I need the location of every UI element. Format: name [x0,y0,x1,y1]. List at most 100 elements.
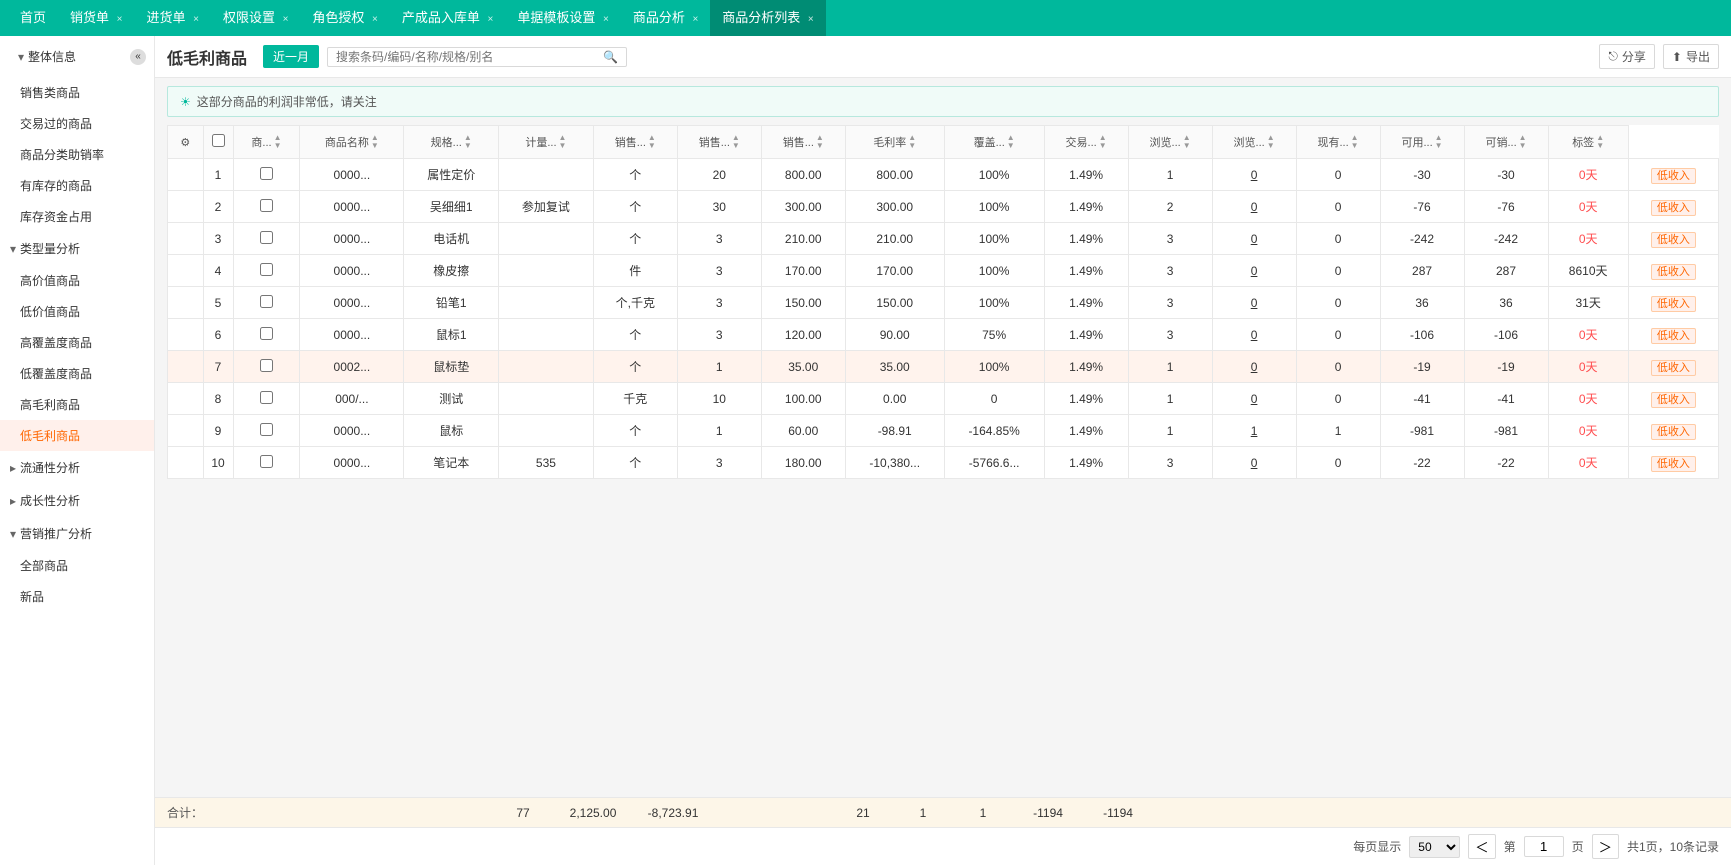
close-permissions-icon[interactable]: × [283,14,289,25]
col-sellable-days[interactable]: 可销...▲▼ [1464,126,1548,159]
row-checkbox-6[interactable] [233,351,300,383]
row-browse1-8[interactable]: 1 [1212,415,1296,447]
page-number-input[interactable] [1524,836,1564,857]
col-sales-qty[interactable]: 销售...▲▼ [593,126,677,159]
filter-period-btn[interactable]: 近一月 [263,45,319,68]
sidebar-item-low-margin[interactable]: 低毛利商品 [0,420,154,451]
row-browse1-4[interactable]: 0 [1212,287,1296,319]
nav-analysis-list[interactable]: 商品分析列表 × [710,0,825,36]
sidebar-item-high-coverage[interactable]: 高覆盖度商品 [0,327,154,358]
share-btn[interactable]: ⎋ 分享 [1599,44,1655,69]
sidebar-item-category-rate[interactable]: 商品分类助销率 [0,139,154,170]
row-checkbox-input-0[interactable] [260,167,273,180]
close-product-entry-icon[interactable]: × [488,14,494,25]
row-checkbox-input-3[interactable] [260,263,273,276]
col-spec[interactable]: 规格...▲▼ [404,126,499,159]
sidebar-item-sales-products[interactable]: 销售类商品 [0,77,154,108]
sidebar-item-stock-capital[interactable]: 库存资金占用 [0,201,154,232]
row-browse1-7[interactable]: 0 [1212,383,1296,415]
sidebar-group-type-analysis[interactable]: ▾ 类型量分析 [0,232,154,265]
nav-permissions[interactable]: 权限设置 × [211,0,300,36]
close-template-icon[interactable]: × [603,14,609,25]
row-checkbox-input-2[interactable] [260,231,273,244]
row-tag-7: 低收入 [1628,383,1718,415]
sidebar-item-high-value[interactable]: 高价值商品 [0,265,154,296]
col-name[interactable]: 商品名称▲▼ [300,126,404,159]
sidebar-item-new-products[interactable]: 新品 [0,581,154,612]
col-select-all[interactable] [203,126,233,159]
col-transaction[interactable]: 交易...▲▼ [1044,126,1128,159]
sidebar-item-low-coverage[interactable]: 低覆盖度商品 [0,358,154,389]
sidebar-item-high-margin[interactable]: 高毛利商品 [0,389,154,420]
sidebar-item-stocked-products[interactable]: 有库存的商品 [0,170,154,201]
row-browse1-1[interactable]: 0 [1212,191,1296,223]
row-browse1-0[interactable]: 0 [1212,159,1296,191]
col-available-stock[interactable]: 可用...▲▼ [1380,126,1464,159]
close-roles-icon[interactable]: × [372,14,378,25]
row-checkbox-0[interactable] [233,159,300,191]
row-checkbox-input-7[interactable] [260,391,273,404]
table-footer: 合计： 77 2,125.00 -8,723.91 21 1 1 -1194 -… [155,797,1731,827]
prev-page-btn[interactable]: ＜ [1468,834,1495,859]
col-sales-amount[interactable]: 销售...▲▼ [677,126,761,159]
search-input[interactable] [336,50,603,64]
nav-home[interactable]: 首页 [8,0,58,36]
close-analysis-list-icon[interactable]: × [808,14,814,25]
row-checkbox-9[interactable] [233,447,300,479]
sidebar-item-low-value[interactable]: 低价值商品 [0,296,154,327]
row-browse1-5[interactable]: 0 [1212,319,1296,351]
row-checkbox-input-6[interactable] [260,359,273,372]
col-tag[interactable]: 标签▲▼ [1548,126,1628,159]
row-sellable-days-9: 0天 [1548,447,1628,479]
collapse-sidebar-btn[interactable]: « [130,49,146,65]
close-sales-icon[interactable]: × [117,14,123,25]
col-code[interactable]: 商...▲▼ [233,126,300,159]
row-checkbox-3[interactable] [233,255,300,287]
nav-product-entry[interactable]: 产成品入库单 × [390,0,505,36]
row-sales-qty-5: 3 [677,319,761,351]
col-sales-profit[interactable]: 销售...▲▼ [761,126,845,159]
row-browse1-6[interactable]: 0 [1212,351,1296,383]
close-purchase-icon[interactable]: × [193,14,199,25]
nav-product-analysis[interactable]: 商品分析 × [621,0,710,36]
row-checkbox-input-5[interactable] [260,327,273,340]
nav-sales[interactable]: 销货单 × [58,0,134,36]
col-current-stock[interactable]: 现有...▲▼ [1296,126,1380,159]
search-icon[interactable]: 🔍 [603,50,618,64]
col-gross-margin[interactable]: 毛利率▲▼ [845,126,944,159]
nav-purchase[interactable]: 进货单 × [134,0,210,36]
col-coverage[interactable]: 覆盖...▲▼ [944,126,1044,159]
nav-roles[interactable]: 角色授权 × [300,0,389,36]
col-browse2[interactable]: 浏览...▲▼ [1212,126,1296,159]
col-settings[interactable]: ⚙ [168,126,204,159]
row-checkbox-2[interactable] [233,223,300,255]
row-browse1-3[interactable]: 0 [1212,255,1296,287]
row-checkbox-input-8[interactable] [260,423,273,436]
row-checkbox-8[interactable] [233,415,300,447]
close-analysis-icon[interactable]: × [692,14,698,25]
row-browse1-2[interactable]: 0 [1212,223,1296,255]
row-checkbox-7[interactable] [233,383,300,415]
row-checkbox-5[interactable] [233,319,300,351]
export-btn[interactable]: ⬆ 导出 [1663,44,1719,69]
col-browse1[interactable]: 浏览...▲▼ [1128,126,1212,159]
sidebar-group-marketing[interactable]: ▾ 营销推广分析 [0,517,154,550]
row-checkbox-1[interactable] [233,191,300,223]
row-checkbox-input-9[interactable] [260,455,273,468]
settings-icon[interactable]: ⚙ [180,137,190,149]
col-unit[interactable]: 计量...▲▼ [499,126,594,159]
select-all-checkbox[interactable] [212,134,225,147]
sidebar-item-traded-products[interactable]: 交易过的商品 [0,108,154,139]
row-checkbox-input-4[interactable] [260,295,273,308]
row-checkbox-input-1[interactable] [260,199,273,212]
next-page-btn[interactable]: ＞ [1592,834,1619,859]
sidebar-group-overall[interactable]: ▾ 整体信息 [8,40,86,73]
nav-template-settings[interactable]: 单据模板设置 × [505,0,620,36]
row-sellable-days-0: 0天 [1548,159,1628,191]
row-browse1-9[interactable]: 0 [1212,447,1296,479]
page-size-select[interactable]: 50 20 100 [1409,836,1460,858]
row-checkbox-4[interactable] [233,287,300,319]
sidebar-group-growth[interactable]: ▸ 成长性分析 [0,484,154,517]
sidebar-group-circulation[interactable]: ▸ 流通性分析 [0,451,154,484]
sidebar-item-all-products[interactable]: 全部商品 [0,550,154,581]
